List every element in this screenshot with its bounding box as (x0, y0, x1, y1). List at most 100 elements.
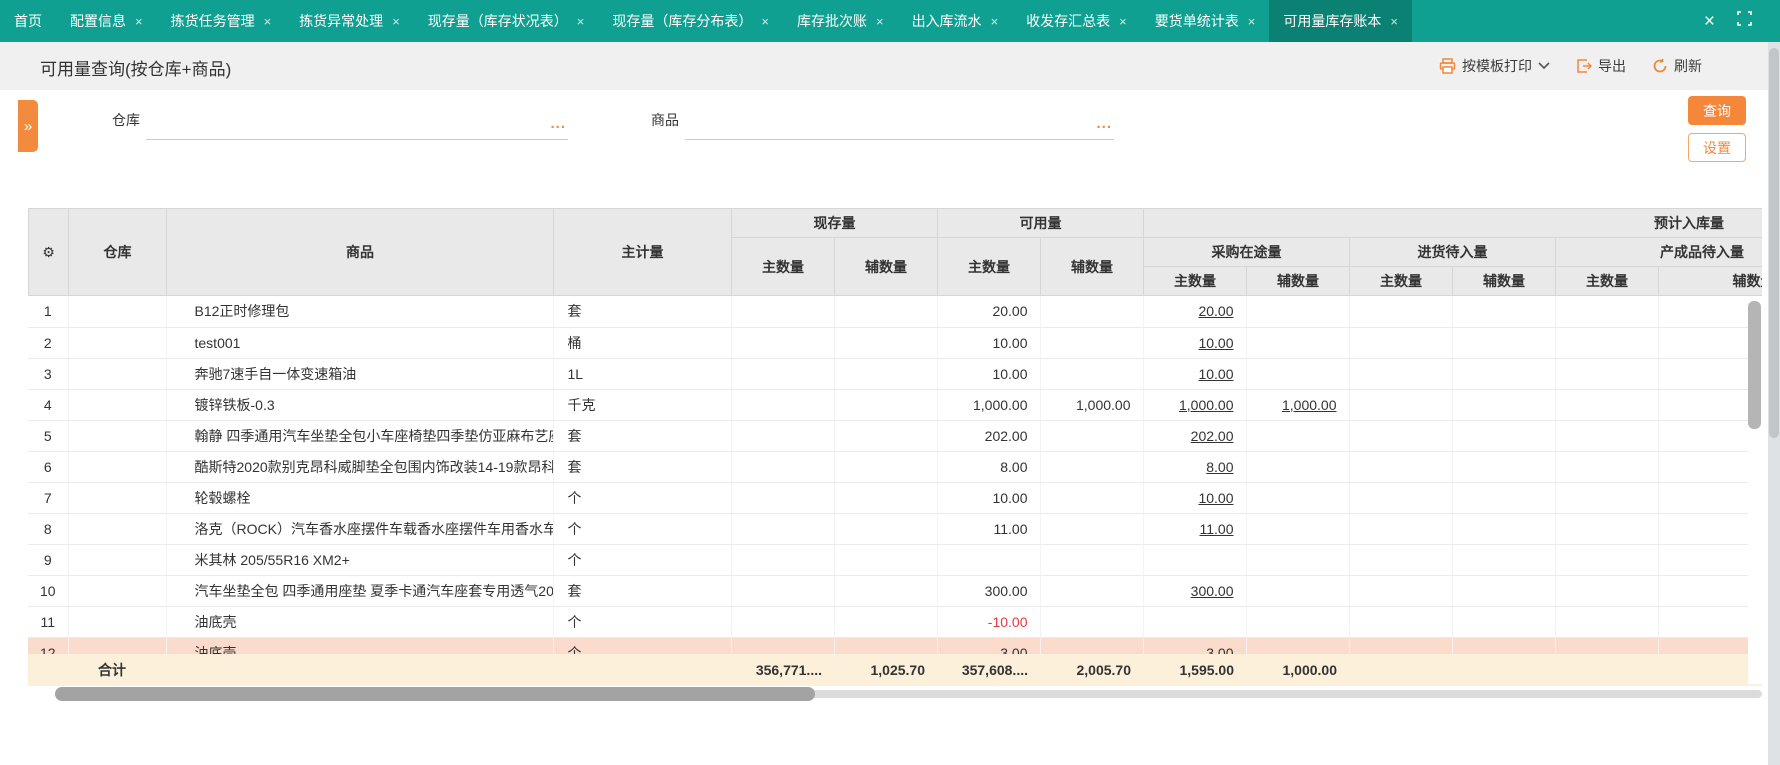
cell-product: 洛克（ROCK）汽车香水座摆件车载香水座摆件车用香水车载... (166, 513, 554, 545)
warehouse-picker-dots-icon[interactable]: ... (550, 115, 566, 132)
table-row[interactable]: 3 奔驰7速手自一体变速箱油 1L 10.00 10.00 (28, 358, 1762, 390)
cell-purchase_main[interactable]: 11.00 (1143, 513, 1247, 545)
cell-num: 2 (28, 327, 69, 359)
horizontal-scrollbar-thumb[interactable] (55, 687, 815, 701)
cell-finished_main (1555, 451, 1659, 483)
tab[interactable]: 出入库流水 × (898, 0, 1013, 42)
product-picker-dots-icon[interactable]: ... (1096, 115, 1112, 132)
table-row[interactable]: 6 酷斯特2020款别克昂科威脚垫全包围内饰改装14-19款昂科威... 套 8.00… (28, 451, 1762, 483)
table-row[interactable]: 8 洛克（ROCK）汽车香水座摆件车载香水座摆件车用香水车载... 个 11.00 11… (28, 513, 1762, 545)
tab[interactable]: 现存量（库存分布表） × (598, 0, 783, 42)
table-row[interactable]: 9 米其林 205/55R16 XM2+ 个 (28, 544, 1762, 576)
cell-warehouse (68, 389, 167, 421)
tab-close-icon[interactable]: × (392, 14, 400, 29)
cell-avail_main: 10.00 (937, 358, 1041, 390)
column-settings-gear-icon[interactable]: ⚙ (28, 208, 69, 296)
cell-purchase_main[interactable]: 10.00 (1143, 358, 1247, 390)
cell-num: 3 (28, 358, 69, 390)
cell-product: 酷斯特2020款别克昂科威脚垫全包围内饰改装14-19款昂科威... (166, 451, 554, 483)
tab[interactable]: 拣货任务管理 × (157, 0, 286, 42)
cell-purchase_main[interactable]: 20.00 (1143, 296, 1247, 328)
cell-num: 4 (28, 389, 69, 421)
tab-close-icon[interactable]: × (991, 14, 999, 29)
total-purchase-main: 1,595.00 (1143, 654, 1246, 686)
cell-inbound_main (1349, 513, 1453, 545)
table-row[interactable]: 2 test001 桶 10.00 10.00 (28, 327, 1762, 359)
cell-purchase_aux (1246, 296, 1350, 328)
cell-stock_main (731, 327, 835, 359)
settings-button[interactable]: 设置 (1688, 133, 1746, 162)
cell-finished_main (1555, 296, 1659, 328)
tab-close-icon[interactable]: × (876, 14, 884, 29)
cell-purchase_aux (1246, 606, 1350, 638)
tab[interactable]: 库存批次账 × (783, 0, 898, 42)
cell-purchase_aux (1246, 327, 1350, 359)
expand-filter-button[interactable]: » (18, 100, 38, 152)
cell-purchase_main[interactable]: 10.00 (1143, 482, 1247, 514)
table-row[interactable]: 5 翰静 四季通用汽车坐垫全包小车座椅垫四季垫仿亚麻布艺座... 套 202.00 20… (28, 420, 1762, 452)
table-row[interactable]: 4 镀锌铁板-0.3 千克 1,000.00 1,000.00 1,000.00 1,000… (28, 389, 1762, 421)
query-button[interactable]: 查询 (1688, 96, 1746, 125)
product-input[interactable] (685, 110, 1114, 140)
cell-purchase_main[interactable]: 300.00 (1143, 575, 1247, 607)
table-row[interactable]: 10 汽车坐垫全包 四季通用座垫 夏季卡通汽车座套专用透气2020... 套 300.… (28, 575, 1762, 607)
tab[interactable]: 要货单统计表 × (1141, 0, 1270, 42)
tab[interactable]: 收发存汇总表 × (1012, 0, 1141, 42)
fullscreen-icon[interactable] (1737, 11, 1752, 31)
header-group-inbound-pending: 进货待入量 (1349, 237, 1556, 267)
tab[interactable]: 现存量（库存状况表） × (414, 0, 599, 42)
cell-purchase_main (1143, 606, 1247, 638)
title-bar: 可用量查询(按仓库+商品) 按模板打印 导出 刷新 (0, 42, 1780, 90)
tab-close-icon[interactable]: × (761, 14, 769, 29)
tab-label: 首页 (14, 13, 42, 29)
refresh-button[interactable]: 刷新 (1652, 56, 1702, 76)
cell-finished_aux (1658, 482, 1762, 514)
tab[interactable]: 拣货异常处理 × (285, 0, 414, 42)
table-vertical-scrollbar-thumb[interactable] (1748, 301, 1761, 429)
warehouse-input[interactable] (146, 110, 568, 140)
cell-inbound_aux (1452, 420, 1556, 452)
page-scrollbar-thumb[interactable] (1769, 48, 1779, 438)
tab-close-icon[interactable]: × (1390, 14, 1398, 29)
cell-purchase_main[interactable]: 1,000.00 (1143, 389, 1247, 421)
cell-avail_main: 1,000.00 (937, 389, 1041, 421)
tab-close-icon[interactable]: × (1119, 14, 1127, 29)
export-button[interactable]: 导出 (1576, 56, 1626, 76)
cell-purchase_main[interactable]: 10.00 (1143, 327, 1247, 359)
cell-inbound_main (1349, 544, 1453, 576)
table-row[interactable]: 7 轮毂螺栓个 10.00 10.00 (28, 482, 1762, 514)
data-table: ⚙ 仓库 商品 主计量 现存量 可用量 预计入库量 主数量 辅数量 主数量 辅数… (28, 208, 1762, 686)
cell-inbound_aux (1452, 513, 1556, 545)
table-row[interactable]: 12 油底壳个 3.00 3.00 (28, 637, 1762, 654)
cell-avail_aux: 1,000.00 (1040, 389, 1144, 421)
tab-label: 拣货任务管理 (170, 13, 255, 29)
cell-avail_aux (1040, 358, 1144, 390)
tab-close-icon[interactable]: × (1248, 14, 1256, 29)
cell-purchase_main[interactable]: 3.00 (1143, 637, 1247, 654)
tab[interactable]: 配置信息 × (56, 0, 157, 42)
cell-purchase_main[interactable]: 202.00 (1143, 420, 1247, 452)
tab[interactable]: 可用量库存账本 × (1269, 0, 1412, 42)
cell-purchase_aux[interactable]: 1,000.00 (1246, 389, 1350, 421)
cell-purchase_main[interactable]: 8.00 (1143, 451, 1247, 483)
header-product: 商品 (166, 208, 554, 296)
header-purchase-aux: 辅数量 (1246, 266, 1350, 296)
cell-stock_aux (834, 482, 938, 514)
cell-finished_aux (1658, 606, 1762, 638)
close-all-icon[interactable]: × (1704, 12, 1715, 31)
cell-stock_aux (834, 575, 938, 607)
print-by-template-button[interactable]: 按模板打印 (1439, 56, 1550, 76)
cell-avail_aux (1040, 637, 1144, 654)
cell-stock_main (731, 358, 835, 390)
table-row[interactable]: 11 油底壳个 -10.00 (28, 606, 1762, 638)
tab-close-icon[interactable]: × (577, 14, 585, 29)
cell-stock_aux (834, 513, 938, 545)
tab-close-icon[interactable]: × (135, 14, 143, 29)
cell-warehouse (68, 544, 167, 576)
tab[interactable]: 首页 (0, 0, 56, 42)
cell-finished_main (1555, 358, 1659, 390)
tab-close-icon[interactable]: × (264, 14, 272, 29)
cell-stock_main (731, 451, 835, 483)
table-row[interactable]: 1 B12正时修理包套 20.00 20.00 (28, 296, 1762, 328)
chevron-down-icon[interactable] (1538, 62, 1550, 70)
